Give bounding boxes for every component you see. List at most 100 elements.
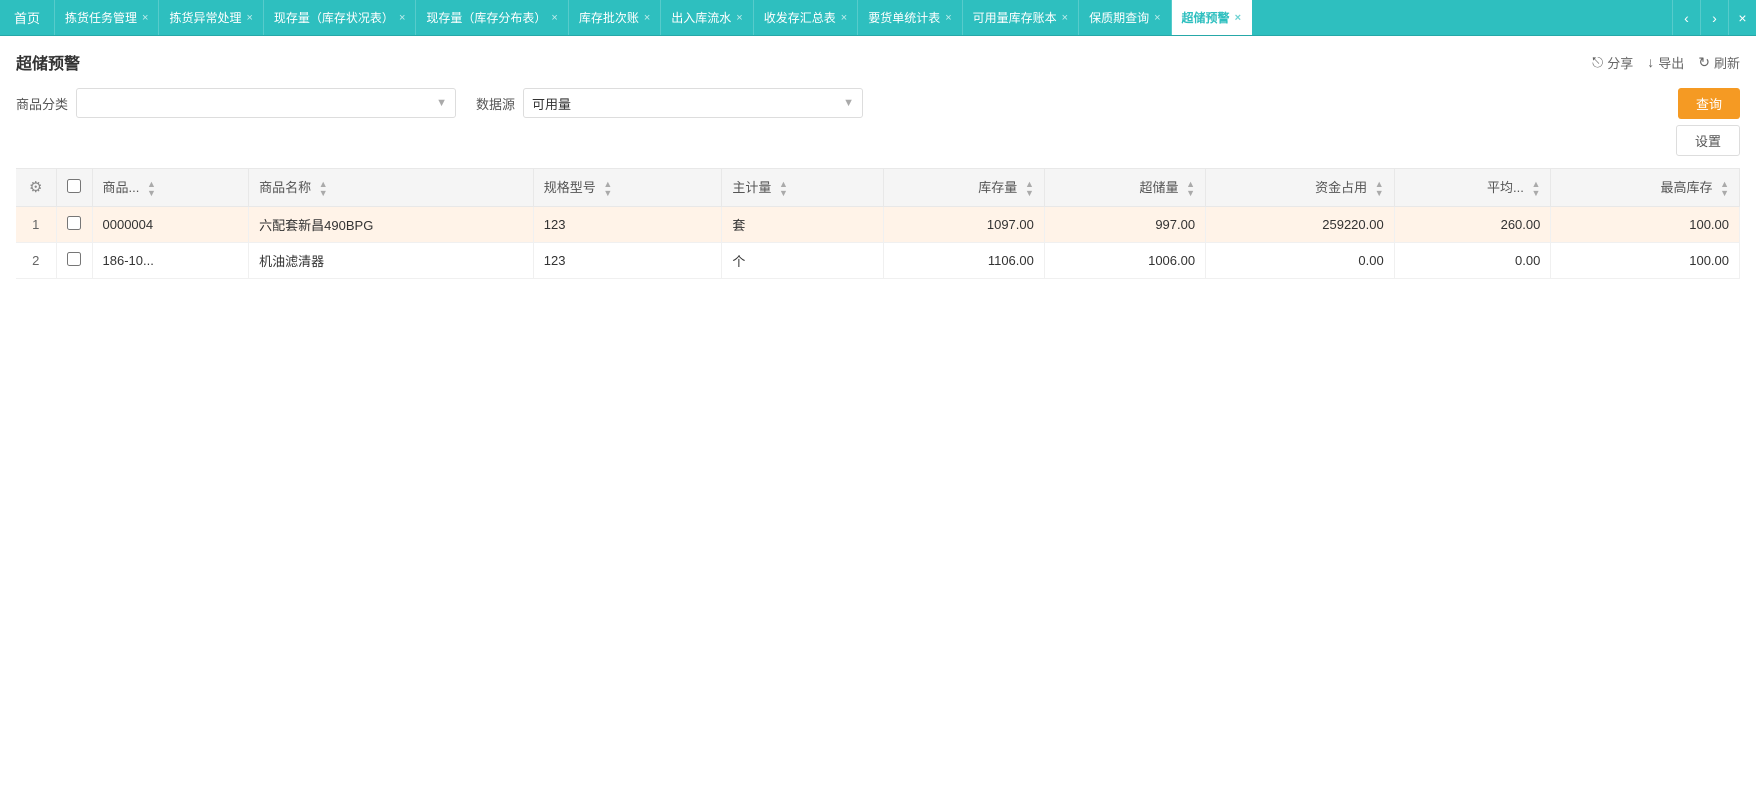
nav-tab-close-8[interactable]: × <box>1062 12 1068 24</box>
table-header-capital-label: 资金占用 <box>1315 180 1367 195</box>
sort-arrows-stock[interactable]: ▲▼ <box>1025 180 1034 198</box>
sort-arrows-max-stock[interactable]: ▲▼ <box>1720 180 1729 198</box>
nav-tab-label-10: 超储预警 <box>1182 9 1230 26</box>
nav-tab-8[interactable]: 可用量库存账本 × <box>963 0 1079 36</box>
share-button[interactable]: ⎋ 分享 <box>1592 53 1633 72</box>
nav-tab-close-0[interactable]: × <box>142 12 148 24</box>
nav-tab-label-7: 要货单统计表 <box>868 9 940 26</box>
export-button[interactable]: ↓ 导出 <box>1647 53 1684 72</box>
sort-arrows-spec[interactable]: ▲▼ <box>603 180 612 198</box>
table-header-max-stock-label: 最高库存 <box>1660 180 1712 195</box>
nav-arrow-right[interactable]: › <box>1700 0 1728 36</box>
sort-arrows-capital[interactable]: ▲▼ <box>1375 180 1384 198</box>
nav-tab-close-1[interactable]: × <box>246 12 252 24</box>
table-header-overstock[interactable]: 超储量 ▲▼ <box>1044 169 1205 207</box>
nav-tab-4[interactable]: 库存批次账 × <box>569 0 661 36</box>
table-header-overstock-label: 超储量 <box>1140 180 1179 195</box>
nav-tab-label-5: 出入库流水 <box>671 9 731 26</box>
row-product-code: 0000004 <box>92 206 249 242</box>
table-header-capital[interactable]: 资金占用 ▲▼ <box>1206 169 1395 207</box>
nav-tab-label-0: 拣货任务管理 <box>65 9 137 26</box>
gear-icon[interactable]: ⚙ <box>29 179 42 196</box>
sort-arrows-avg[interactable]: ▲▼ <box>1531 180 1540 198</box>
nav-arrow-close[interactable]: × <box>1728 0 1756 36</box>
table-header-product-name[interactable]: 商品名称 ▲▼ <box>249 169 534 207</box>
row-capital: 0.00 <box>1206 242 1395 278</box>
row-avg: 0.00 <box>1394 242 1551 278</box>
share-icon: ⎋ <box>1592 54 1603 71</box>
nav-tab-close-3[interactable]: × <box>551 12 557 24</box>
page-header: 超储预警 ⎋ 分享 ↓ 导出 ↻ 刷新 <box>16 50 1740 74</box>
nav-tab-label-4: 库存批次账 <box>579 9 639 26</box>
table-row: 1 0000004 六配套新昌490BPG 123 套 1097.00 997.… <box>16 206 1740 242</box>
nav-tab-label-2: 现存量（库存状况表） <box>274 9 394 26</box>
table-header-max-stock[interactable]: 最高库存 ▲▼ <box>1551 169 1740 207</box>
nav-tab-0[interactable]: 拣货任务管理 × <box>55 0 159 36</box>
nav-tab-3[interactable]: 现存量（库存分布表） × <box>416 0 568 36</box>
nav-tab-10[interactable]: 超储预警 × <box>1172 0 1252 36</box>
table-header-unit[interactable]: 主计量 ▲▼ <box>722 169 883 207</box>
sort-arrows-product-name[interactable]: ▲▼ <box>319 180 328 198</box>
nav-tab-close-4[interactable]: × <box>644 12 650 24</box>
category-select[interactable]: ▼ <box>76 88 456 118</box>
row-overstock: 997.00 <box>1044 206 1205 242</box>
settings-button[interactable]: 设置 <box>1676 125 1740 156</box>
row-product-code: 186-10... <box>92 242 249 278</box>
query-button[interactable]: 查询 <box>1678 88 1740 119</box>
row-max-stock: 100.00 <box>1551 242 1740 278</box>
table-header-avg[interactable]: 平均... ▲▼ <box>1394 169 1551 207</box>
nav-tab-9[interactable]: 保质期查询 × <box>1079 0 1171 36</box>
datasource-select[interactable]: 可用量 ▼ <box>523 88 863 118</box>
nav-tab-7[interactable]: 要货单统计表 × <box>858 0 962 36</box>
table-header-stock[interactable]: 库存量 ▲▼ <box>883 169 1044 207</box>
filter-datasource: 数据源 可用量 ▼ <box>476 88 863 118</box>
table-header-stock-label: 库存量 <box>978 180 1017 195</box>
sort-arrows-unit[interactable]: ▲▼ <box>779 180 788 198</box>
export-label: 导出 <box>1658 53 1684 72</box>
nav-arrow-left[interactable]: ‹ <box>1672 0 1700 36</box>
nav-home[interactable]: 首页 <box>0 0 55 36</box>
nav-tab-1[interactable]: 拣货异常处理 × <box>159 0 263 36</box>
share-label: 分享 <box>1607 53 1633 72</box>
datasource-select-value: 可用量 <box>532 94 571 113</box>
row-checkbox[interactable] <box>67 252 81 266</box>
nav-tab-close-5[interactable]: × <box>736 12 742 24</box>
table-header-product-code-label: 商品... <box>103 180 140 195</box>
nav-tab-6[interactable]: 收发存汇总表 × <box>754 0 858 36</box>
nav-tab-5[interactable]: 出入库流水 × <box>661 0 753 36</box>
row-unit: 个 <box>722 242 883 278</box>
row-number: 2 <box>16 242 56 278</box>
select-all-checkbox[interactable] <box>67 179 81 193</box>
table-row: 2 186-10... 机油滤清器 123 个 1106.00 1006.00 … <box>16 242 1740 278</box>
table-body: 1 0000004 六配套新昌490BPG 123 套 1097.00 997.… <box>16 206 1740 278</box>
top-navigation: 首页 拣货任务管理 × 拣货异常处理 × 现存量（库存状况表） × 现存量（库存… <box>0 0 1756 36</box>
table-header-gear[interactable]: ⚙ <box>16 169 56 207</box>
table-header-product-code[interactable]: 商品... ▲▼ <box>92 169 249 207</box>
row-product-name: 六配套新昌490BPG <box>249 206 534 242</box>
table-header-checkbox[interactable] <box>56 169 92 207</box>
sort-arrows-overstock[interactable]: ▲▼ <box>1186 180 1195 198</box>
row-avg: 260.00 <box>1394 206 1551 242</box>
nav-tab-close-9[interactable]: × <box>1154 12 1160 24</box>
row-overstock: 1006.00 <box>1044 242 1205 278</box>
nav-tab-close-10[interactable]: × <box>1235 12 1241 24</box>
table-header-spec-label: 规格型号 <box>544 180 596 195</box>
nav-arrows: ‹ › × <box>1672 0 1756 36</box>
sort-arrows-product-code[interactable]: ▲▼ <box>147 180 156 198</box>
row-checkbox-cell[interactable] <box>56 206 92 242</box>
nav-tab-close-2[interactable]: × <box>399 12 405 24</box>
table-header-spec[interactable]: 规格型号 ▲▼ <box>533 169 722 207</box>
refresh-label: 刷新 <box>1714 53 1740 72</box>
row-checkbox-cell[interactable] <box>56 242 92 278</box>
nav-tab-label-1: 拣货异常处理 <box>169 9 241 26</box>
refresh-button[interactable]: ↻ 刷新 <box>1698 53 1740 72</box>
row-checkbox[interactable] <box>67 216 81 230</box>
category-filter-label: 商品分类 <box>16 94 68 113</box>
row-spec: 123 <box>533 206 722 242</box>
nav-tab-close-7[interactable]: × <box>945 12 951 24</box>
filter-category: 商品分类 ▼ <box>16 88 456 118</box>
chevron-down-icon-2: ▼ <box>843 97 854 109</box>
nav-tab-close-6[interactable]: × <box>841 12 847 24</box>
table-header-avg-label: 平均... <box>1487 180 1524 195</box>
nav-tab-2[interactable]: 现存量（库存状况表） × <box>264 0 416 36</box>
